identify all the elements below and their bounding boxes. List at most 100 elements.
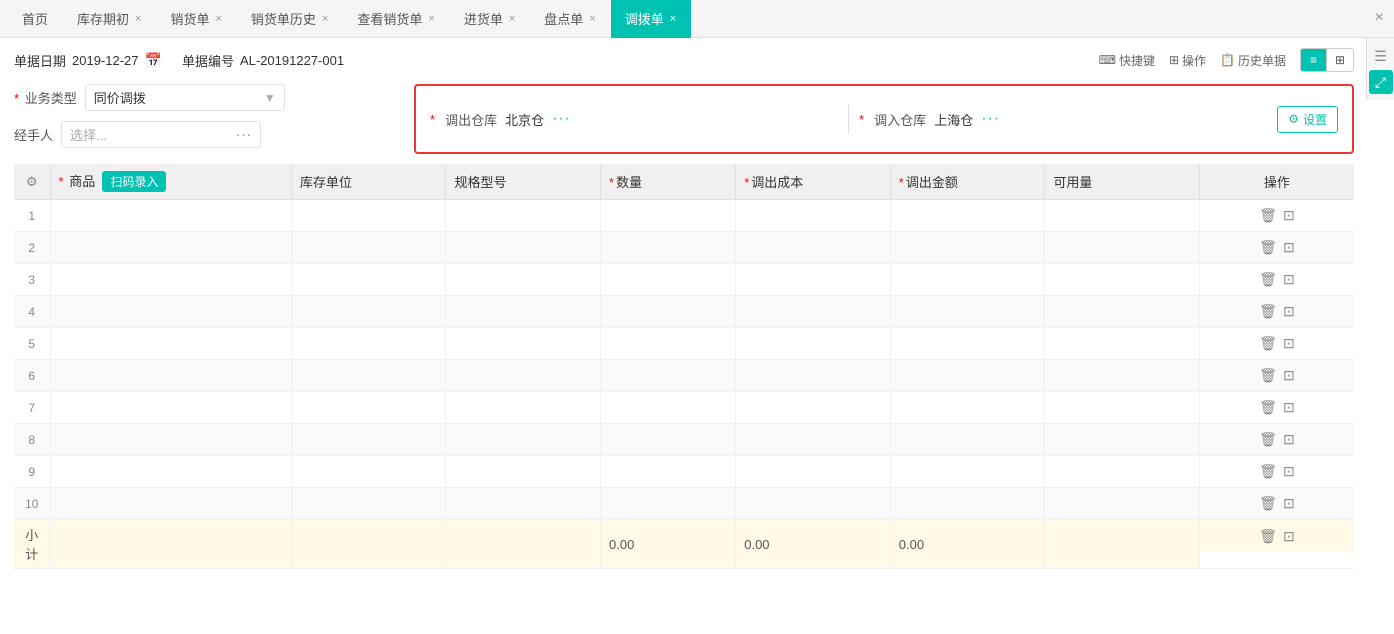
row-cost-cell[interactable] [736, 296, 891, 328]
row-cost-cell[interactable] [736, 328, 891, 360]
settings-button[interactable]: ⚙ 设置 [1277, 106, 1338, 133]
row-copy-icon[interactable]: ⊡ [1283, 335, 1295, 352]
row-amount-cell[interactable] [890, 488, 1045, 520]
row-product-cell[interactable] [50, 232, 291, 264]
tab-close-view-sales[interactable]: × [428, 13, 434, 25]
row-qty-cell[interactable] [601, 328, 736, 360]
tab-close-purchase-order[interactable]: × [509, 13, 515, 25]
row-product-cell[interactable] [50, 296, 291, 328]
tab-close-transfer[interactable]: × [670, 13, 676, 25]
row-unit-cell[interactable] [291, 328, 446, 360]
tab-sales-order[interactable]: 销货单 × [156, 0, 236, 38]
row-spec-cell[interactable] [446, 200, 601, 232]
row-amount-cell[interactable] [890, 424, 1045, 456]
row-product-cell[interactable] [50, 264, 291, 296]
row-delete-icon[interactable]: 🗑 [1259, 303, 1277, 320]
grid-view-button[interactable]: ⊞ [1327, 49, 1353, 71]
row-delete-icon[interactable]: 🗑 [1259, 335, 1277, 352]
row-spec-cell[interactable] [446, 232, 601, 264]
handler-select[interactable]: 选择... ··· [61, 121, 261, 148]
tab-home[interactable]: 首页 [8, 0, 63, 38]
row-copy-icon[interactable]: ⊡ [1283, 239, 1295, 256]
tab-purchase-order[interactable]: 进货单 × [450, 0, 530, 38]
row-cost-cell[interactable] [736, 424, 891, 456]
row-unit-cell[interactable] [291, 424, 446, 456]
list-view-button[interactable]: ≡ [1301, 49, 1327, 71]
row-qty-cell[interactable] [601, 264, 736, 296]
row-product-cell[interactable] [50, 424, 291, 456]
scan-button[interactable]: 扫码录入 [102, 171, 166, 192]
row-spec-cell[interactable] [446, 456, 601, 488]
tab-sales-history[interactable]: 销货单历史 × [237, 0, 343, 38]
row-spec-cell[interactable] [446, 328, 601, 360]
row-delete-icon[interactable]: 🗑 [1259, 495, 1277, 512]
sidebar-expand-icon[interactable]: ⤢ [1369, 70, 1393, 94]
row-cost-cell[interactable] [736, 232, 891, 264]
row-unit-cell[interactable] [291, 200, 446, 232]
row-qty-cell[interactable] [601, 200, 736, 232]
tab-inventory-init[interactable]: 库存期初 × [63, 0, 156, 38]
row-delete-icon[interactable]: 🗑 [1259, 399, 1277, 416]
operation-button[interactable]: ⊞ 操作 [1169, 52, 1206, 69]
row-qty-cell[interactable] [601, 456, 736, 488]
row-cost-cell[interactable] [736, 360, 891, 392]
row-copy-icon[interactable]: ⊡ [1283, 431, 1295, 448]
row-unit-cell[interactable] [291, 360, 446, 392]
tab-close-inventory-check[interactable]: × [589, 13, 595, 25]
row-cost-cell[interactable] [736, 392, 891, 424]
handler-more-icon[interactable]: ··· [236, 127, 252, 142]
row-unit-cell[interactable] [291, 264, 446, 296]
row-spec-cell[interactable] [446, 424, 601, 456]
row-qty-cell[interactable] [601, 424, 736, 456]
table-header-gear[interactable]: ⚙ [14, 164, 50, 200]
row-amount-cell[interactable] [890, 360, 1045, 392]
row-qty-cell[interactable] [601, 232, 736, 264]
calendar-icon[interactable]: 📅 [145, 52, 162, 69]
row-copy-icon[interactable]: ⊡ [1283, 463, 1295, 480]
shortcut-button[interactable]: ⌨ 快捷键 [1099, 52, 1155, 69]
row-copy-icon[interactable]: ⊡ [1283, 271, 1295, 288]
row-delete-icon[interactable]: 🗑 [1259, 431, 1277, 448]
row-delete-icon[interactable]: 🗑 [1259, 528, 1277, 545]
business-type-select[interactable]: 同价调拨 ▼ [85, 84, 285, 111]
tab-close-sales-history[interactable]: × [322, 13, 328, 25]
row-unit-cell[interactable] [291, 392, 446, 424]
row-copy-icon[interactable]: ⊡ [1283, 367, 1295, 384]
row-amount-cell[interactable] [890, 264, 1045, 296]
row-product-cell[interactable] [50, 360, 291, 392]
out-warehouse-dots[interactable]: ··· [552, 110, 571, 128]
row-amount-cell[interactable] [890, 392, 1045, 424]
row-qty-cell[interactable] [601, 488, 736, 520]
row-unit-cell[interactable] [291, 296, 446, 328]
row-copy-icon[interactable]: ⊡ [1283, 207, 1295, 224]
doc-date-value[interactable]: 2019-12-27 [72, 53, 139, 68]
row-cost-cell[interactable] [736, 488, 891, 520]
in-warehouse-dots[interactable]: ··· [981, 110, 1000, 128]
history-button[interactable]: 📋 历史单据 [1220, 52, 1286, 69]
row-amount-cell[interactable] [890, 200, 1045, 232]
row-unit-cell[interactable] [291, 456, 446, 488]
row-product-cell[interactable] [50, 328, 291, 360]
tab-close-sales-order[interactable]: × [215, 13, 221, 25]
row-product-cell[interactable] [50, 392, 291, 424]
row-delete-icon[interactable]: 🗑 [1259, 367, 1277, 384]
row-delete-icon[interactable]: 🗑 [1259, 207, 1277, 224]
tab-inventory-check[interactable]: 盘点单 × [530, 0, 610, 38]
row-qty-cell[interactable] [601, 360, 736, 392]
window-close-button[interactable]: × [1375, 9, 1384, 27]
row-copy-icon[interactable]: ⊡ [1283, 399, 1295, 416]
row-spec-cell[interactable] [446, 360, 601, 392]
row-cost-cell[interactable] [736, 200, 891, 232]
row-delete-icon[interactable]: 🗑 [1259, 239, 1277, 256]
row-delete-icon[interactable]: 🗑 [1259, 271, 1277, 288]
row-spec-cell[interactable] [446, 392, 601, 424]
row-copy-icon[interactable]: ⊡ [1283, 528, 1295, 545]
row-cost-cell[interactable] [736, 264, 891, 296]
tab-view-sales[interactable]: 查看销货单 × [343, 0, 449, 38]
row-cost-cell[interactable] [736, 456, 891, 488]
row-delete-icon[interactable]: 🗑 [1259, 463, 1277, 480]
row-product-cell[interactable] [50, 488, 291, 520]
row-spec-cell[interactable] [446, 264, 601, 296]
row-amount-cell[interactable] [890, 296, 1045, 328]
row-product-cell[interactable] [50, 200, 291, 232]
